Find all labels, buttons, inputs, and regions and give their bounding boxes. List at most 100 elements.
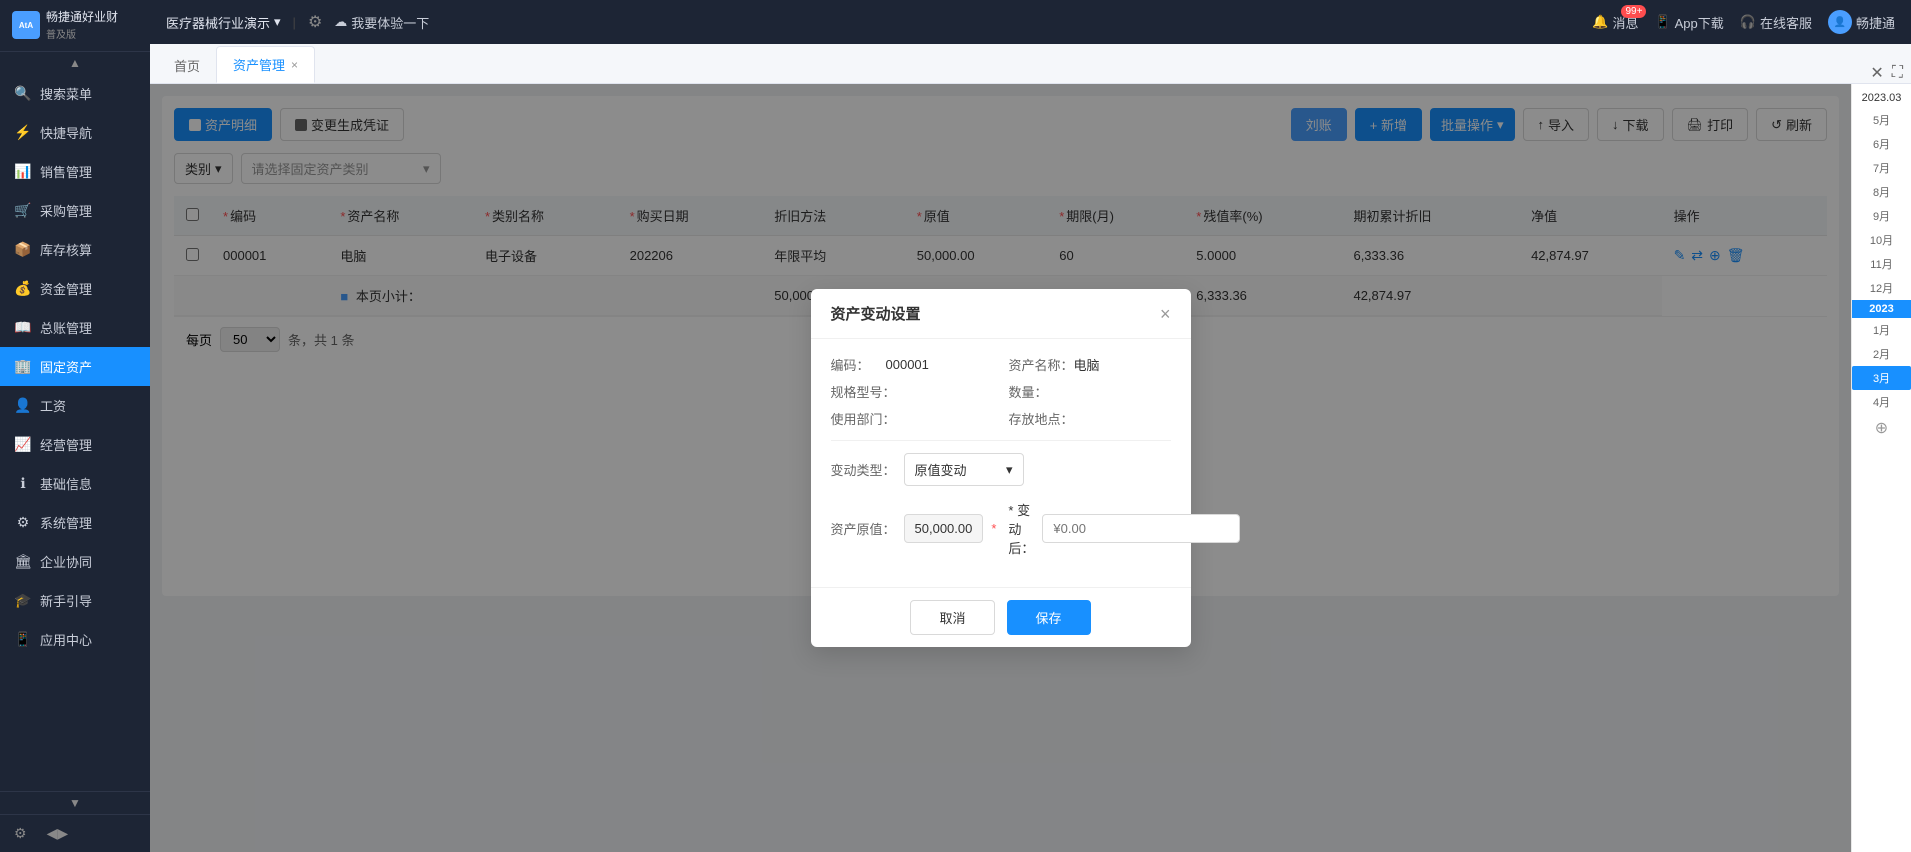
sidebar-item-guide[interactable]: 🎓 新手引导: [0, 581, 150, 620]
logo-icon: AtA: [12, 11, 40, 39]
content-area: 资产明细 变更生成凭证 刘账 + 新增 批量操: [150, 84, 1911, 852]
sidebar-item-system-label: 系统管理: [40, 513, 92, 532]
sidebar-header: AtA 畅捷通好业财 普及版: [0, 0, 150, 52]
asset-name-label: 资产名称：: [1009, 355, 1074, 374]
sidebar-item-fixed-assets[interactable]: 🏢 固定资产: [0, 347, 150, 386]
sidebar-item-search[interactable]: 🔍 搜索菜单: [0, 74, 150, 113]
service-button[interactable]: 🎧 在线客服: [1740, 13, 1812, 32]
calendar-expand-icon[interactable]: ⊕: [1875, 418, 1888, 438]
modal-close-icon[interactable]: ×: [1160, 305, 1171, 323]
tab-asset-management[interactable]: 资产管理 ×: [216, 46, 315, 83]
scroll-up-icon[interactable]: ▲: [69, 56, 81, 70]
sidebar-item-sales[interactable]: 📊 销售管理: [0, 152, 150, 191]
system-icon: ⚙: [14, 513, 32, 531]
sidebar-item-quicknav[interactable]: ⚡ 快捷导航: [0, 113, 150, 152]
app-download-label: App下载: [1675, 13, 1724, 32]
company-selector[interactable]: 医疗器械行业演示 ▾: [166, 13, 281, 32]
inventory-icon: 📦: [14, 240, 32, 258]
app-download-icon: 📱: [1654, 14, 1670, 30]
tab-home[interactable]: 首页: [158, 48, 216, 83]
calendar-month-11[interactable]: 11月: [1852, 252, 1911, 276]
sales-icon: 📊: [14, 162, 32, 180]
search-icon: 🔍: [14, 84, 32, 102]
sidebar-item-operations[interactable]: 📈 经营管理: [0, 425, 150, 464]
notice-button[interactable]: 🔔 消息 99+: [1592, 13, 1638, 32]
modal-divider: [831, 440, 1171, 441]
modal-header: 资产变动设置 ×: [811, 289, 1191, 339]
calendar-month-7[interactable]: 7月: [1852, 156, 1911, 180]
location-label: 存放地点：: [1009, 409, 1074, 428]
feedback-area[interactable]: ☁ 我要体验一下: [334, 13, 429, 32]
sidebar-item-ledger[interactable]: 📖 总账管理: [0, 308, 150, 347]
sidebar-item-basic[interactable]: ℹ 基础信息: [0, 464, 150, 503]
sidebar-item-sales-label: 销售管理: [40, 162, 92, 181]
scroll-down-area: ▼: [0, 791, 150, 814]
scroll-down-icon[interactable]: ▼: [69, 796, 81, 810]
sidebar-item-enterprise[interactable]: 🏛 企业协同: [0, 542, 150, 581]
sidebar-item-search-label: 搜索菜单: [40, 84, 92, 103]
calendar-month-10[interactable]: 10月: [1852, 228, 1911, 252]
save-button[interactable]: 保存: [1007, 600, 1091, 635]
collapse-icon[interactable]: ◀▶: [47, 825, 69, 842]
modal-overlay: 资产变动设置 × 编码： 000001 资产名称： 电脑: [150, 84, 1851, 852]
settings-bottom-icon[interactable]: ⚙: [14, 825, 27, 842]
purchase-icon: 🛒: [14, 201, 32, 219]
after-change-input[interactable]: [1042, 514, 1240, 543]
sidebar-item-appstore[interactable]: 📱 应用中心: [0, 620, 150, 659]
calendar-month-1[interactable]: 1月: [1852, 318, 1911, 342]
sidebar-item-quicknav-label: 快捷导航: [40, 123, 92, 142]
change-type-select[interactable]: 原值变动 ▾: [904, 453, 1024, 486]
code-label: 编码：: [831, 355, 886, 374]
tab-maximize-icon[interactable]: ⛶: [1892, 64, 1903, 82]
sidebar-item-inventory[interactable]: 📦 库存核算: [0, 230, 150, 269]
tab-close-window-icon[interactable]: ✕: [1870, 63, 1883, 83]
topbar-settings-icon[interactable]: ⚙: [308, 12, 322, 32]
cancel-button[interactable]: 取消: [910, 600, 994, 635]
calendar-month-2[interactable]: 2月: [1852, 342, 1911, 366]
notice-bell-icon: 🔔: [1592, 14, 1608, 30]
after-change-label: * 变动后：: [1008, 500, 1034, 557]
sidebar-item-appstore-label: 应用中心: [40, 630, 92, 649]
modal-info-grid: 编码： 000001 资产名称： 电脑 规格型号：: [831, 355, 1171, 428]
sidebar-item-system[interactable]: ⚙ 系统管理: [0, 503, 150, 542]
tab-close-icon[interactable]: ×: [291, 58, 298, 72]
feedback-cloud-icon: ☁: [334, 14, 347, 30]
modal-info-quantity: 数量：: [1009, 382, 1171, 401]
tab-controls: ✕ ⛶: [1870, 63, 1903, 83]
basic-icon: ℹ: [14, 474, 32, 492]
modal-info-spec: 规格型号：: [831, 382, 993, 401]
sidebar-item-enterprise-label: 企业协同: [40, 552, 92, 571]
main-area: 医疗器械行业演示 ▾ | ⚙ ☁ 我要体验一下 🔔 消息 99+ 📱 App下载…: [150, 0, 1911, 852]
topbar-right: 🔔 消息 99+ 📱 App下载 🎧 在线客服 👤 畅捷通: [1592, 10, 1895, 34]
sidebar-item-funds[interactable]: 💰 资金管理: [0, 269, 150, 308]
quicknav-icon: ⚡: [14, 123, 32, 141]
page-content: 资产明细 变更生成凭证 刘账 + 新增 批量操: [150, 84, 1851, 852]
sidebar-item-payroll[interactable]: 👤 工资: [0, 386, 150, 425]
calendar-month-3[interactable]: 3月: [1852, 366, 1911, 390]
modal-title: 资产变动设置: [831, 303, 921, 324]
company-dropdown-icon: ▾: [274, 14, 281, 30]
calendar-month-12[interactable]: 12月: [1852, 276, 1911, 300]
service-headset-icon: 🎧: [1740, 14, 1756, 30]
app-download-button[interactable]: 📱 App下载: [1654, 13, 1723, 32]
modal-field-change-type: 变动类型： 原值变动 ▾: [831, 453, 1171, 486]
modal-footer: 取消 保存: [811, 587, 1191, 647]
scroll-up-area: ▲: [0, 52, 150, 74]
enterprise-icon: 🏛: [14, 552, 32, 570]
asset-value-label: 资产原值：: [831, 519, 896, 538]
operations-icon: 📈: [14, 435, 32, 453]
modal-info-name: 资产名称： 电脑: [1009, 355, 1171, 374]
calendar-month-9[interactable]: 9月: [1852, 204, 1911, 228]
calendar-month-6[interactable]: 6月: [1852, 132, 1911, 156]
change-type-arrow: ▾: [1006, 462, 1013, 478]
sidebar-item-purchase[interactable]: 🛒 采购管理: [0, 191, 150, 230]
calendar-month-5[interactable]: 5月: [1852, 108, 1911, 132]
sidebar-item-fixed-assets-label: 固定资产: [40, 357, 92, 376]
sidebar-item-funds-label: 资金管理: [40, 279, 92, 298]
calendar-month-4[interactable]: 4月: [1852, 390, 1911, 414]
calendar-month-8[interactable]: 8月: [1852, 180, 1911, 204]
user-menu[interactable]: 👤 畅捷通: [1828, 10, 1895, 34]
sidebar-item-operations-label: 经营管理: [40, 435, 92, 454]
sidebar-nav: 🔍 搜索菜单 ⚡ 快捷导航 📊 销售管理 🛒 采购管理 📦 库存核算 💰 资金管…: [0, 74, 150, 791]
topbar-divider: |: [293, 15, 296, 30]
